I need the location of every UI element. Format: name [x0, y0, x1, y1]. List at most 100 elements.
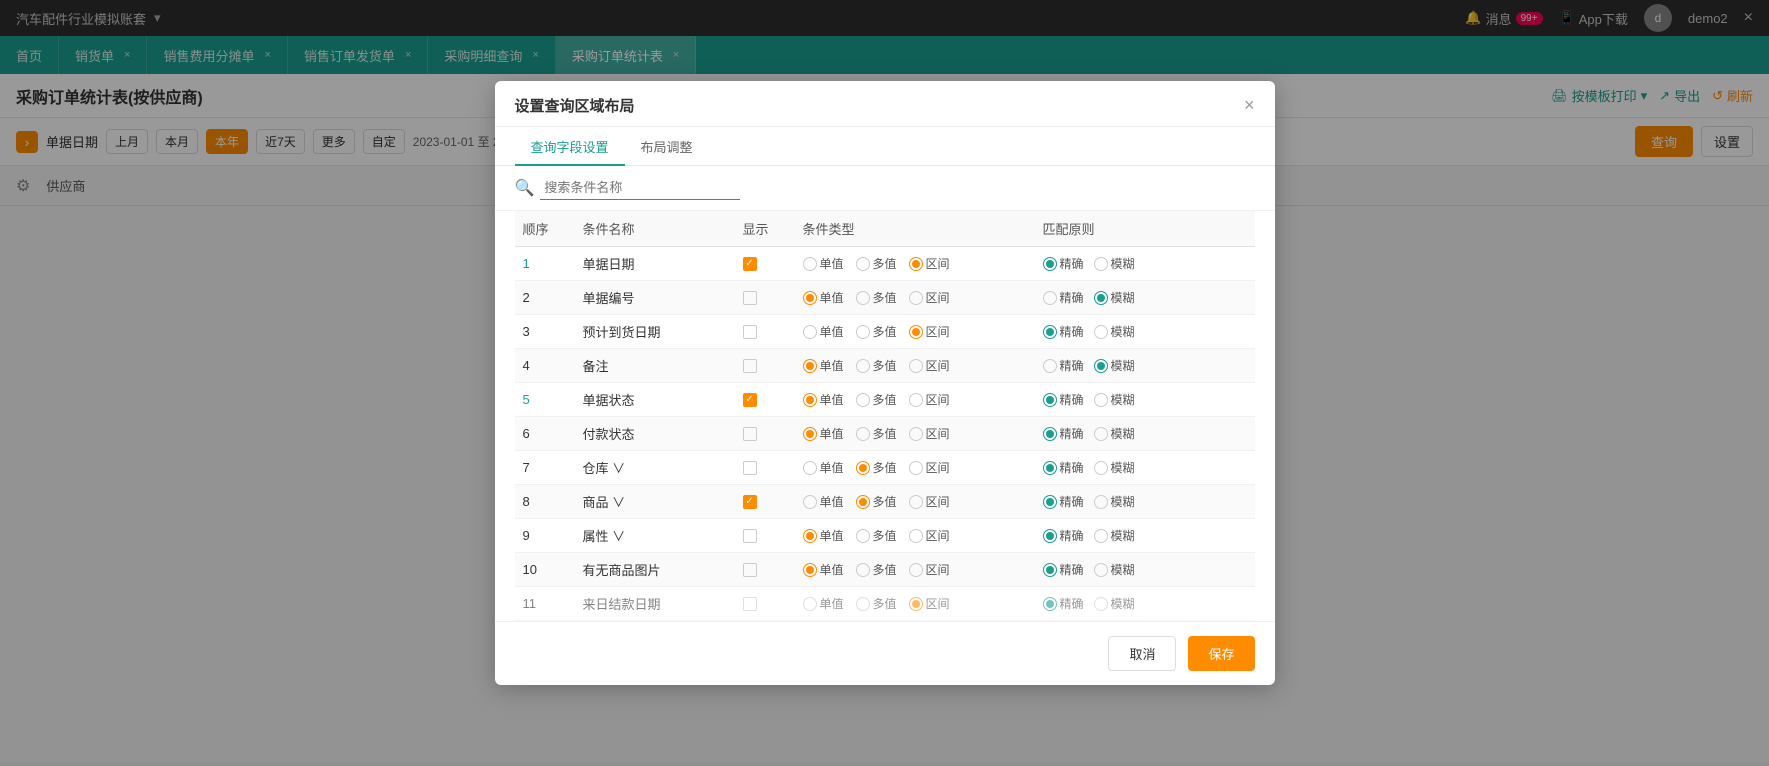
radio-exact-4[interactable]: [1043, 359, 1057, 373]
cell-display-11[interactable]: [735, 597, 795, 611]
type-radio-range-7[interactable]: 区间: [909, 459, 950, 476]
type-radio-range-11[interactable]: 区间: [909, 595, 950, 612]
radio-multi-4[interactable]: [856, 359, 870, 373]
match-radio-exact-6[interactable]: 精确: [1043, 425, 1084, 442]
checkbox-display-4[interactable]: [743, 359, 757, 373]
match-radio-exact-2[interactable]: 精确: [1043, 289, 1084, 306]
checkbox-display-3[interactable]: [743, 325, 757, 339]
match-radio-exact-10[interactable]: 精确: [1043, 561, 1084, 578]
radio-range-6[interactable]: [909, 427, 923, 441]
radio-exact-1[interactable]: [1043, 257, 1057, 271]
radio-multi-1[interactable]: [856, 257, 870, 271]
match-radio-exact-11[interactable]: 精确: [1043, 595, 1084, 612]
radio-multi-5[interactable]: [856, 393, 870, 407]
radio-fuzzy-5[interactable]: [1094, 393, 1108, 407]
type-radio-single-1[interactable]: 单值: [803, 255, 844, 272]
cell-display-1[interactable]: [735, 257, 795, 271]
type-radio-single-11[interactable]: 单值: [803, 595, 844, 612]
checkbox-display-1[interactable]: [743, 257, 757, 271]
radio-single-7[interactable]: [803, 461, 817, 475]
cell-display-10[interactable]: [735, 563, 795, 577]
radio-fuzzy-8[interactable]: [1094, 495, 1108, 509]
type-radio-single-4[interactable]: 单值: [803, 357, 844, 374]
radio-range-9[interactable]: [909, 529, 923, 543]
radio-single-4[interactable]: [803, 359, 817, 373]
type-radio-range-8[interactable]: 区间: [909, 493, 950, 510]
type-radio-single-5[interactable]: 单值: [803, 391, 844, 408]
radio-range-3[interactable]: [909, 325, 923, 339]
checkbox-display-2[interactable]: [743, 291, 757, 305]
match-radio-fuzzy-7[interactable]: 模糊: [1094, 459, 1135, 476]
type-radio-range-9[interactable]: 区间: [909, 527, 950, 544]
cell-display-4[interactable]: [735, 359, 795, 373]
match-radio-exact-8[interactable]: 精确: [1043, 493, 1084, 510]
match-radio-exact-4[interactable]: 精确: [1043, 357, 1084, 374]
radio-fuzzy-3[interactable]: [1094, 325, 1108, 339]
match-radio-fuzzy-2[interactable]: 模糊: [1094, 289, 1135, 306]
radio-exact-3[interactable]: [1043, 325, 1057, 339]
match-radio-fuzzy-6[interactable]: 模糊: [1094, 425, 1135, 442]
type-radio-single-3[interactable]: 单值: [803, 323, 844, 340]
match-radio-fuzzy-5[interactable]: 模糊: [1094, 391, 1135, 408]
match-radio-fuzzy-10[interactable]: 模糊: [1094, 561, 1135, 578]
radio-single-3[interactable]: [803, 325, 817, 339]
radio-fuzzy-2[interactable]: [1094, 291, 1108, 305]
radio-single-8[interactable]: [803, 495, 817, 509]
type-radio-range-10[interactable]: 区间: [909, 561, 950, 578]
radio-exact-7[interactable]: [1043, 461, 1057, 475]
cancel-button[interactable]: 取消: [1108, 636, 1176, 671]
cell-display-3[interactable]: [735, 325, 795, 339]
cell-display-9[interactable]: [735, 529, 795, 543]
radio-range-4[interactable]: [909, 359, 923, 373]
radio-fuzzy-11[interactable]: [1094, 597, 1108, 611]
radio-exact-11[interactable]: [1043, 597, 1057, 611]
radio-single-5[interactable]: [803, 393, 817, 407]
radio-range-1[interactable]: [909, 257, 923, 271]
radio-single-6[interactable]: [803, 427, 817, 441]
type-radio-multi-5[interactable]: 多值: [856, 391, 897, 408]
radio-fuzzy-7[interactable]: [1094, 461, 1108, 475]
match-radio-fuzzy-4[interactable]: 模糊: [1094, 357, 1135, 374]
match-radio-exact-3[interactable]: 精确: [1043, 323, 1084, 340]
radio-exact-2[interactable]: [1043, 291, 1057, 305]
match-radio-fuzzy-9[interactable]: 模糊: [1094, 527, 1135, 544]
radio-multi-3[interactable]: [856, 325, 870, 339]
type-radio-range-3[interactable]: 区间: [909, 323, 950, 340]
type-radio-multi-8[interactable]: 多值: [856, 493, 897, 510]
type-radio-multi-3[interactable]: 多值: [856, 323, 897, 340]
radio-single-10[interactable]: [803, 563, 817, 577]
dialog-tab-layout[interactable]: 布局调整: [625, 127, 709, 166]
type-radio-single-7[interactable]: 单值: [803, 459, 844, 476]
radio-fuzzy-10[interactable]: [1094, 563, 1108, 577]
type-radio-range-5[interactable]: 区间: [909, 391, 950, 408]
radio-multi-10[interactable]: [856, 563, 870, 577]
radio-range-8[interactable]: [909, 495, 923, 509]
dialog-close-button[interactable]: ×: [1244, 95, 1255, 116]
match-radio-fuzzy-1[interactable]: 模糊: [1094, 255, 1135, 272]
radio-multi-2[interactable]: [856, 291, 870, 305]
type-radio-range-1[interactable]: 区间: [909, 255, 950, 272]
cell-display-8[interactable]: [735, 495, 795, 509]
type-radio-single-10[interactable]: 单值: [803, 561, 844, 578]
type-radio-multi-7[interactable]: 多值: [856, 459, 897, 476]
type-radio-single-6[interactable]: 单值: [803, 425, 844, 442]
radio-single-1[interactable]: [803, 257, 817, 271]
radio-range-10[interactable]: [909, 563, 923, 577]
radio-exact-10[interactable]: [1043, 563, 1057, 577]
radio-multi-8[interactable]: [856, 495, 870, 509]
checkbox-display-9[interactable]: [743, 529, 757, 543]
radio-exact-9[interactable]: [1043, 529, 1057, 543]
type-radio-multi-6[interactable]: 多值: [856, 425, 897, 442]
type-radio-multi-2[interactable]: 多值: [856, 289, 897, 306]
type-radio-range-4[interactable]: 区间: [909, 357, 950, 374]
match-radio-exact-9[interactable]: 精确: [1043, 527, 1084, 544]
radio-range-5[interactable]: [909, 393, 923, 407]
cell-display-6[interactable]: [735, 427, 795, 441]
match-radio-fuzzy-11[interactable]: 模糊: [1094, 595, 1135, 612]
radio-range-2[interactable]: [909, 291, 923, 305]
checkbox-display-11[interactable]: [743, 597, 757, 611]
checkbox-display-5[interactable]: [743, 393, 757, 407]
cell-display-7[interactable]: [735, 461, 795, 475]
radio-range-11[interactable]: [909, 597, 923, 611]
checkbox-display-8[interactable]: [743, 495, 757, 509]
